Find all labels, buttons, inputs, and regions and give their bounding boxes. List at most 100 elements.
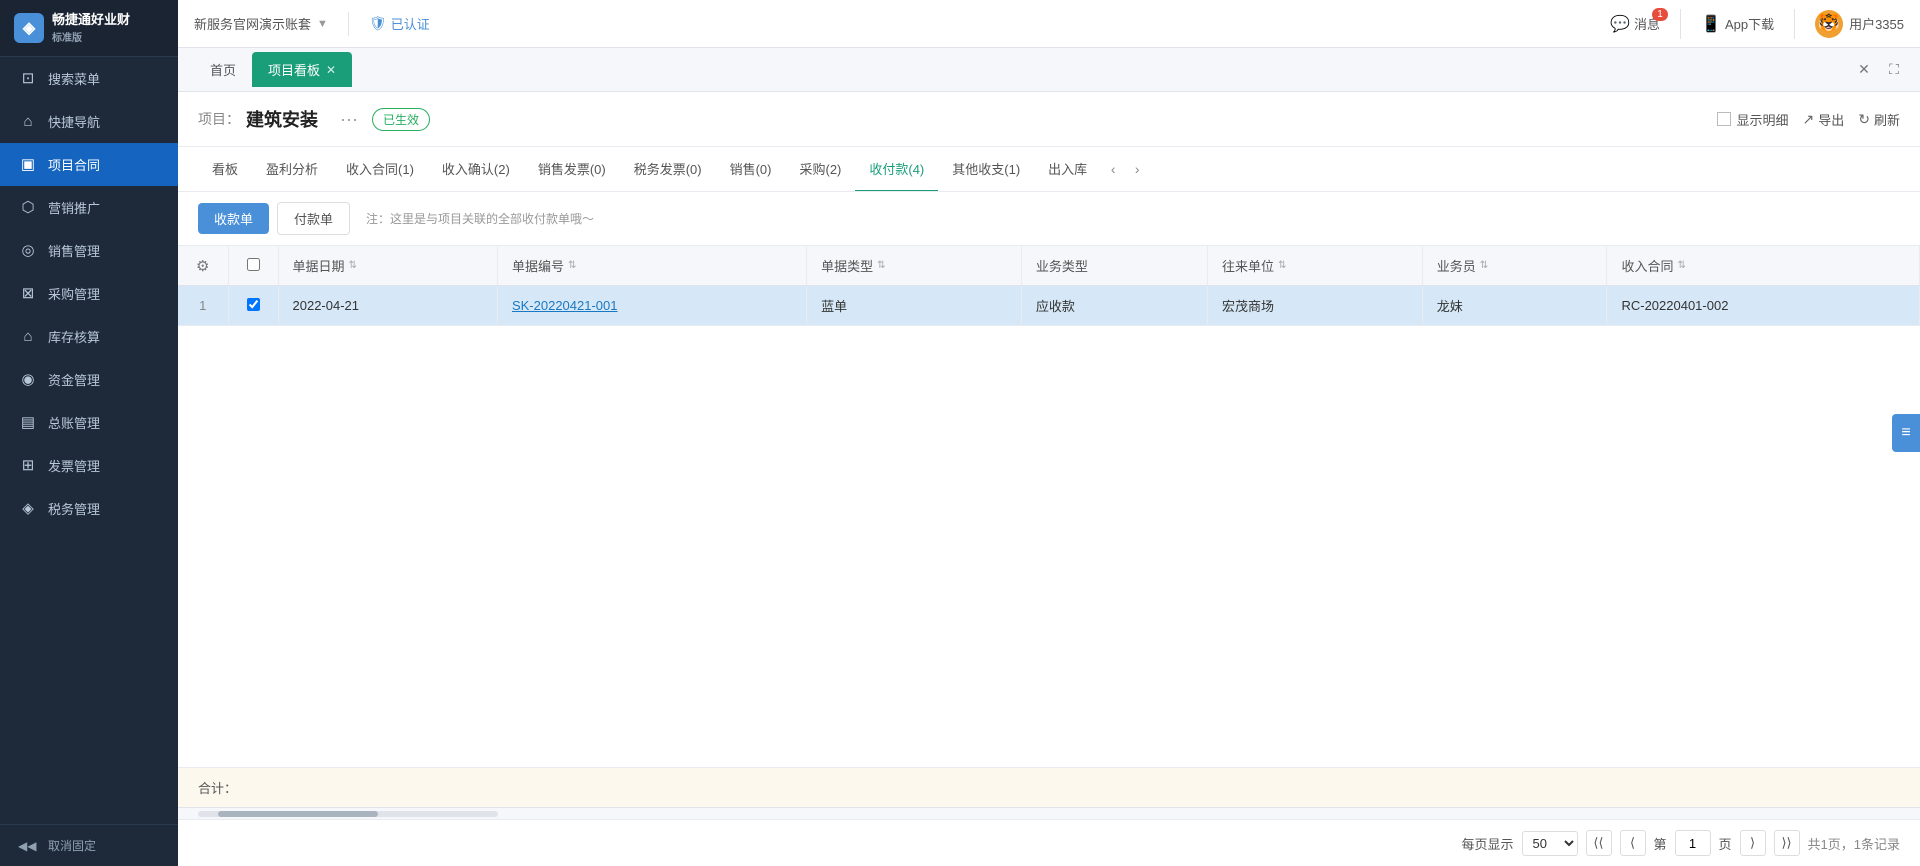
tab-project-board[interactable]: 项目看板 ✕ — [252, 52, 352, 87]
refresh-icon: ↻ — [1858, 111, 1870, 128]
cell-date: 2022-04-21 — [278, 286, 497, 326]
sidebar-item-invoice[interactable]: ⊞发票管理 — [0, 444, 178, 487]
search-icon: ⊡ — [18, 69, 38, 87]
sub-nav-prev-arrow[interactable]: ‹ — [1101, 157, 1125, 181]
horizontal-scroll-track[interactable] — [198, 811, 498, 817]
top-header: 新服务官网演示账套 ▼ 🛡 已认证 💬 消息 1 📱 App下载 🐯 用户335… — [178, 0, 1920, 48]
export-label: 导出 — [1818, 110, 1844, 129]
sidebar-item-tax[interactable]: ◈税务管理 — [0, 487, 178, 530]
refresh-button[interactable]: ↻ 刷新 — [1858, 110, 1900, 129]
sidebar-nav-list: ⊡ 搜索菜单 ⌂快捷导航 ▣ 项目合同 ⬡营销推广 ◎ 销售管理 ⊠采购管理⌂库存核算◉资金管理… — [0, 57, 178, 824]
column-settings[interactable]: ⚙ — [178, 246, 228, 286]
show-detail-checkbox[interactable]: 显示明细 — [1717, 110, 1788, 129]
account-selector[interactable]: 新服务官网演示账套 ▼ — [194, 14, 328, 33]
scroll-bar-row — [178, 807, 1920, 819]
sub-nav-item-profit[interactable]: 盈利分析 — [252, 147, 332, 192]
right-float-button[interactable]: ≡ — [1892, 414, 1920, 452]
app-download-button[interactable]: 📱 App下载 — [1701, 14, 1774, 34]
page-first-button[interactable]: ⟨⟨ — [1586, 830, 1612, 856]
page-last-button[interactable]: ⟩⟩ — [1774, 830, 1800, 856]
select-all-checkbox[interactable] — [247, 258, 260, 271]
column-number: 单据编号⇅ — [497, 246, 806, 286]
sidebar-item-project[interactable]: ▣ 项目合同 — [0, 143, 178, 186]
sub-nav-item-income-contract[interactable]: 收入合同(1) — [332, 147, 428, 192]
table-row[interactable]: 1 2022-04-21 SK-20220421-001 蓝单 应收款 宏茂商场… — [178, 286, 1920, 326]
cell-index: 1 — [178, 286, 228, 326]
show-detail-label: 显示明细 — [1736, 110, 1788, 129]
sub-nav-item-receipt[interactable]: 收付款(4) — [855, 147, 938, 192]
sidebar-item-shortcut[interactable]: ⌂快捷导航 — [0, 100, 178, 143]
sub-nav-item-tax-invoice[interactable]: 税务发票(0) — [620, 147, 716, 192]
messages-button[interactable]: 💬 消息 1 — [1610, 14, 1660, 34]
row-checkbox[interactable] — [247, 298, 260, 311]
sub-nav-item-sales-invoice[interactable]: 销售发票(0) — [524, 147, 620, 192]
window-close-button[interactable]: ✕ — [1854, 60, 1874, 80]
unpin-label: 取消固定 — [48, 837, 96, 854]
sidebar-item-inventory[interactable]: ⌂库存核算 — [0, 315, 178, 358]
unpin-icon: ◀◀ — [18, 839, 38, 853]
cell-income-contract: RC-20220401-002 — [1607, 286, 1920, 326]
export-button[interactable]: ↗ 导出 — [1803, 110, 1845, 129]
sub-nav-item-purchase[interactable]: 采购(2) — [785, 147, 855, 192]
tab-bar-right: ✕ ⛶ — [1854, 60, 1904, 80]
app-logo-icon: ◈ — [14, 13, 44, 43]
inventory-icon: ⌂ — [18, 328, 38, 345]
tab-home[interactable]: 首页 — [194, 52, 252, 87]
sub-nav-item-board[interactable]: 看板 — [198, 147, 252, 192]
cell-type: 蓝单 — [807, 286, 1022, 326]
salesman-sort-icon[interactable]: ⇅ — [1480, 260, 1488, 271]
user-button[interactable]: 🐯 用户3355 — [1815, 10, 1904, 38]
doc-number-link[interactable]: SK-20220421-001 — [512, 298, 618, 313]
table-header-row: ⚙ 单据日期⇅ 单据编号⇅ 单据类型⇅ 业务类型 往来单位⇅ 业务员⇅ 收入合同… — [178, 246, 1920, 286]
income-contract-sort-icon[interactable]: ⇅ — [1677, 260, 1685, 271]
sidebar-unpin-button[interactable]: ◀◀ 取消固定 — [0, 824, 178, 866]
type-sort-icon[interactable]: ⇅ — [877, 260, 885, 271]
sidebar-item-ledger[interactable]: ▤总账管理 — [0, 401, 178, 444]
date-sort-icon[interactable]: ⇅ — [349, 260, 357, 271]
page-next-button[interactable]: ⟩ — [1740, 830, 1766, 856]
project-icon: ▣ — [18, 155, 38, 173]
cell-partner: 宏茂商场 — [1208, 286, 1423, 326]
partner-sort-icon[interactable]: ⇅ — [1278, 260, 1286, 271]
more-options-button[interactable]: ··· — [334, 107, 364, 132]
cell-number[interactable]: SK-20220421-001 — [497, 286, 806, 326]
phone-icon: 📱 — [1701, 14, 1721, 34]
purchase-icon: ⊠ — [18, 284, 38, 302]
sub-nav-next-arrow[interactable]: › — [1125, 157, 1149, 181]
show-detail-checkbox-box[interactable] — [1717, 112, 1731, 126]
header-divider-1 — [348, 12, 349, 36]
per-page-select[interactable]: 50 100 200 — [1522, 831, 1578, 856]
horizontal-scroll-thumb[interactable] — [218, 811, 378, 817]
sidebar-item-label-invoice: 发票管理 — [48, 456, 100, 475]
receipt-filter-button[interactable]: 收款单 — [198, 203, 269, 234]
payment-filter-button[interactable]: 付款单 — [277, 202, 350, 235]
sidebar-item-purchase[interactable]: ⊠采购管理 — [0, 272, 178, 315]
sub-nav-item-sales[interactable]: 销售(0) — [716, 147, 786, 192]
column-income-contract: 收入合同⇅ — [1607, 246, 1920, 286]
sidebar-item-finance[interactable]: ◉资金管理 — [0, 358, 178, 401]
sidebar-item-sales[interactable]: ◎ 销售管理 — [0, 229, 178, 272]
settings-icon[interactable]: ⚙ — [196, 258, 209, 275]
sub-nav-item-income-confirm[interactable]: 收入确认(2) — [428, 147, 524, 192]
page-number-input[interactable] — [1675, 830, 1711, 856]
page-prev-button[interactable]: ⟨ — [1620, 830, 1646, 856]
cell-checkbox[interactable] — [228, 286, 278, 326]
user-avatar: 🐯 — [1815, 10, 1843, 38]
window-maximize-button[interactable]: ⛶ — [1884, 60, 1904, 80]
sidebar-item-marketing[interactable]: ⬡营销推广 — [0, 186, 178, 229]
tax-icon: ◈ — [18, 499, 38, 517]
sub-nav-item-in-out[interactable]: 出入库 — [1034, 147, 1101, 192]
sidebar-item-label-sales: 销售管理 — [48, 241, 100, 260]
sidebar-item-label-project: 项目合同 — [48, 155, 100, 174]
marketing-icon: ⬡ — [18, 198, 38, 216]
sidebar-item-search[interactable]: ⊡ 搜索菜单 — [0, 57, 178, 100]
message-icon: 💬 — [1610, 14, 1630, 34]
tab-close-icon[interactable]: ✕ — [326, 63, 336, 77]
messages-badge: 1 — [1652, 8, 1668, 21]
sales-icon: ◎ — [18, 241, 38, 259]
filter-bar: 收款单 付款单 注：这里是与项目关联的全部收付款单哦～ — [178, 192, 1920, 246]
number-sort-icon[interactable]: ⇅ — [568, 260, 576, 271]
sub-nav-item-other-expense[interactable]: 其他收支(1) — [938, 147, 1034, 192]
column-date: 单据日期⇅ — [278, 246, 497, 286]
sidebar-item-label-search: 搜索菜单 — [48, 69, 100, 88]
